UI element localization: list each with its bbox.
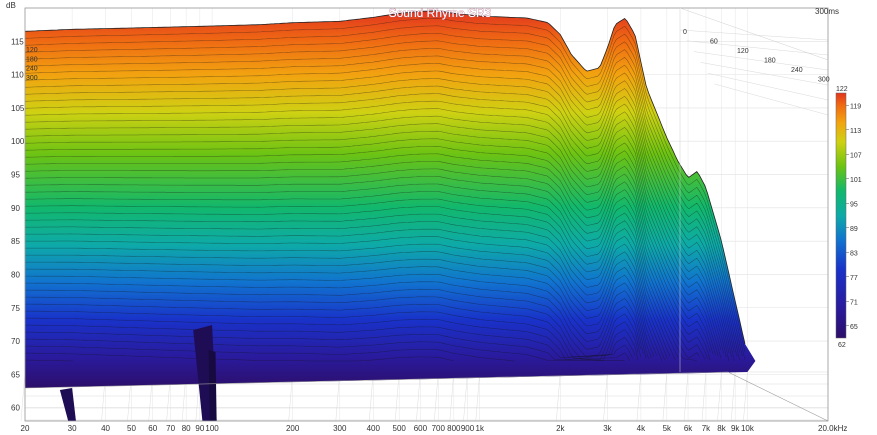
time-tick-back-label: 120 — [737, 48, 749, 55]
time-tick-back-label: 180 — [764, 58, 776, 65]
chart-title: Sound Rhyme SR3 — [389, 6, 492, 20]
x-tick-label: 50 — [127, 424, 136, 433]
lf-spike — [208, 350, 217, 421]
y-tick-label: 115 — [11, 37, 24, 46]
y-tick-label: 85 — [11, 237, 20, 246]
y-tick-label: 105 — [11, 104, 25, 113]
x-tick-label: 800 — [447, 424, 461, 433]
time-tick-left-label: 120 — [26, 47, 38, 54]
time-tick-left-label: 240 — [26, 66, 38, 73]
colorbar-max-label: 122 — [836, 86, 848, 93]
x-tick-label: 2k — [556, 424, 565, 433]
colorbar-gradient — [835, 92, 847, 339]
y-tick-label: 75 — [11, 304, 20, 313]
x-tick-label: 40 — [101, 424, 110, 433]
waterfall-chart: Sound Rhyme SR3 dB 300ms 60 65 70 75 80 85 90 9… — [0, 0, 877, 435]
x-tick-label: 1k — [476, 424, 485, 433]
time-tick-back-label: 300 — [818, 77, 830, 84]
time-tick-left-label: 300 — [26, 75, 38, 82]
y-tick-label: 65 — [11, 370, 20, 379]
x-unit-label: 20.0kHz — [818, 424, 847, 433]
x-tick-label: 60 — [148, 424, 157, 433]
chart-svg: Sound Rhyme SR3 dB 300ms 60 65 70 75 80 85 90 9… — [0, 0, 877, 435]
y-tick-label: 60 — [11, 404, 20, 413]
colorbar-tick-label: 83 — [850, 250, 858, 257]
colorbar-tick-label: 71 — [850, 299, 858, 306]
x-tick-label: 4k — [637, 424, 646, 433]
x-tick-label: 70 — [166, 424, 175, 433]
colorbar-tick-label: 113 — [850, 128, 861, 135]
colorbar-tick-label: 77 — [850, 275, 858, 282]
x-tick-label: 9k — [731, 424, 740, 433]
y-unit-label: dB — [6, 1, 16, 10]
x-tick-label: 30 — [68, 424, 77, 433]
y-tick-label: 95 — [11, 171, 20, 180]
x-tick-label: 20 — [21, 424, 30, 433]
colorbar-tick-label: 89 — [850, 226, 858, 233]
x-tick-label: 500 — [393, 424, 407, 433]
time-tick-back-label: 60 — [710, 39, 718, 46]
time-tick-left-label: 180 — [26, 56, 38, 63]
x-tick-label: 400 — [367, 424, 381, 433]
x-tick-label: 3k — [603, 424, 612, 433]
x-tick-label: 8k — [717, 424, 726, 433]
x-tick-label: 900 — [461, 424, 475, 433]
x-tick-label: 600 — [414, 424, 428, 433]
x-tick-label: 100 — [205, 424, 219, 433]
y-tick-label: 100 — [11, 137, 25, 146]
x-tick-label: 700 — [432, 424, 446, 433]
time-unit-label: 300ms — [815, 7, 839, 16]
x-tick-label: 300 — [333, 424, 347, 433]
colorbar-tick-label: 65 — [850, 324, 858, 331]
y-tick-label: 90 — [11, 204, 20, 213]
x-tick-label: 90 — [195, 424, 204, 433]
time-tick-back-label: 0 — [683, 29, 687, 36]
y-tick-label: 110 — [11, 71, 24, 80]
y-tick-label: 70 — [11, 337, 20, 346]
y-tick-label: 80 — [11, 270, 20, 279]
x-tick-label: 7k — [702, 424, 711, 433]
time-tick-back-label: 240 — [791, 67, 803, 74]
x-tick-label: 6k — [684, 424, 693, 433]
colorbar-tick-label: 119 — [850, 103, 861, 110]
x-tick-label: 10k — [741, 424, 755, 433]
colorbar-tick-label: 107 — [850, 152, 862, 159]
x-tick-label: 80 — [182, 424, 191, 433]
x-tick-label: 5k — [663, 424, 672, 433]
colorbar-min-label: 62 — [838, 342, 846, 349]
x-tick-label: 200 — [286, 424, 300, 433]
colorbar-tick-label: 95 — [850, 201, 858, 208]
colorbar-tick-label: 101 — [850, 177, 862, 184]
